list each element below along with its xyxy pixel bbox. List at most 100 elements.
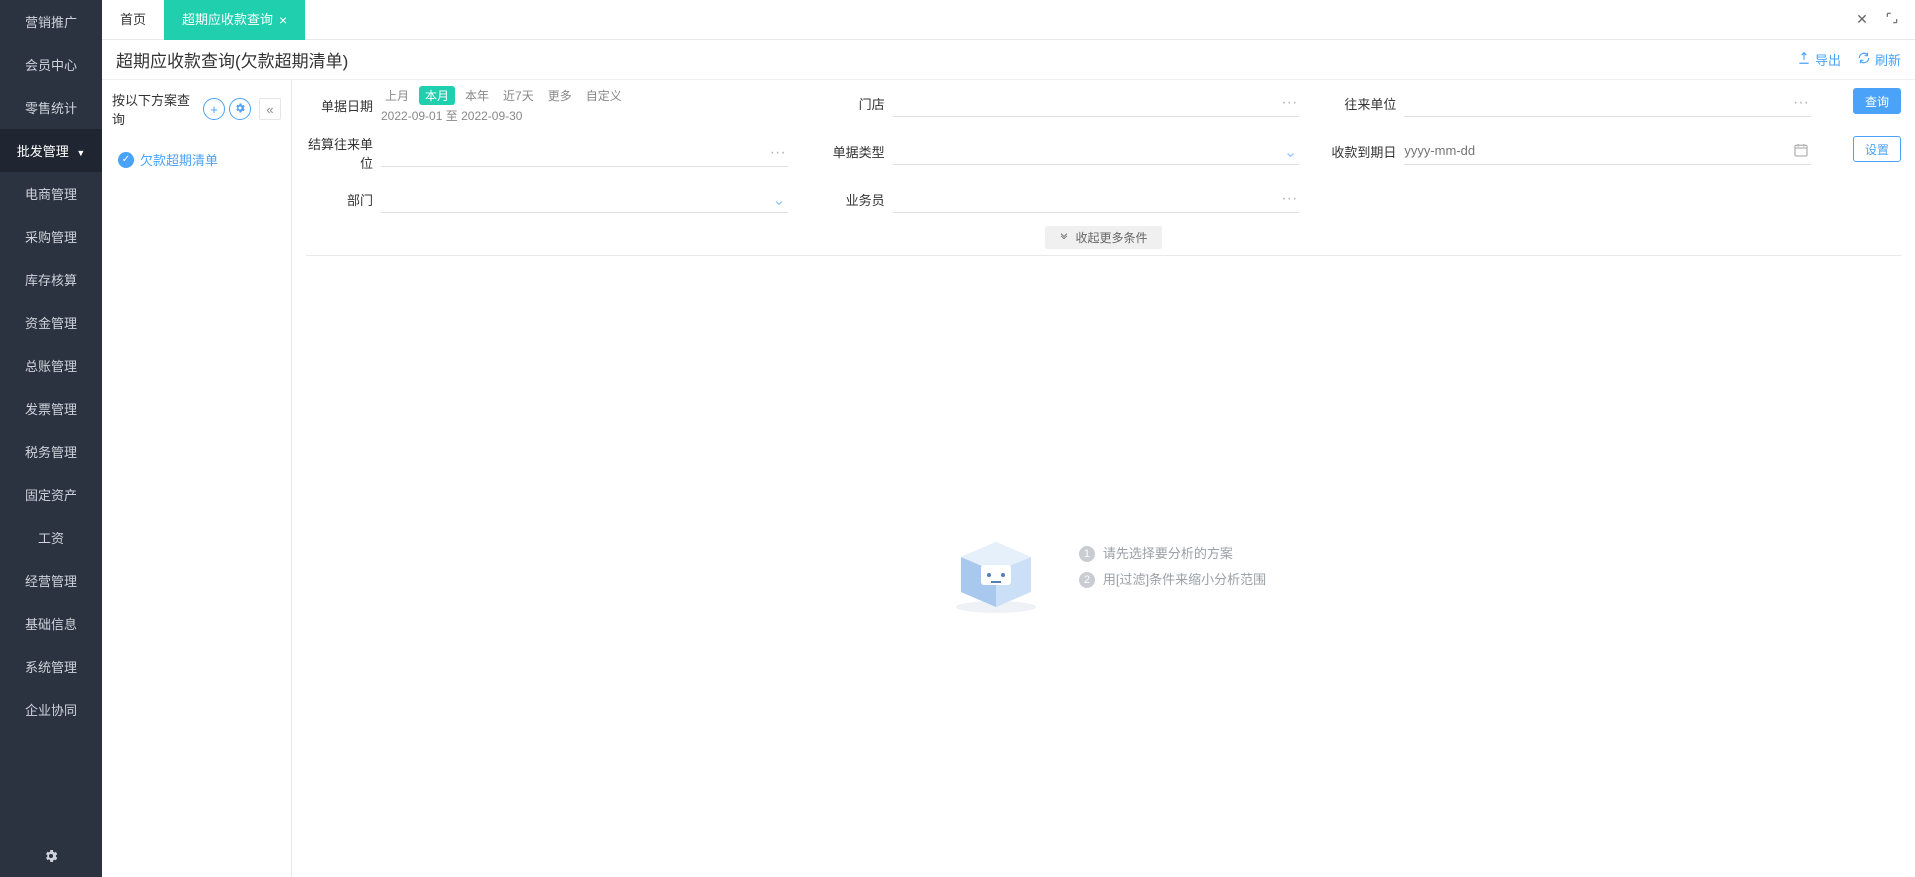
ellipsis-icon[interactable]: ···	[1793, 94, 1809, 112]
tab-overdue-query[interactable]: 超期应收款查询 ×	[164, 0, 305, 40]
calendar-icon[interactable]	[1793, 142, 1809, 163]
date-range-text: 2022-09-01 至 2022-09-30	[381, 105, 626, 124]
page-title: 超期应收款查询(欠款超期清单)	[116, 47, 348, 72]
filter-bill-type: 单据类型 ⌄	[818, 134, 1300, 168]
close-all-tabs-button[interactable]: ✕	[1847, 11, 1877, 28]
filter-label: 业务员	[818, 190, 893, 209]
partner-input[interactable]	[1404, 89, 1811, 117]
export-button[interactable]: 导出	[1797, 50, 1841, 69]
sidebar-item-label: 批发管理	[17, 144, 69, 159]
chevron-up-icon	[1059, 231, 1069, 245]
settle-partner-input[interactable]	[381, 139, 788, 167]
filter-store: 门店 ···	[818, 86, 1300, 120]
date-range-options: 上月 本月 本年 近7天 更多 自定义	[381, 86, 626, 105]
filter-label: 部门	[306, 190, 381, 209]
scheme-item-overdue[interactable]: 欠款超期清单	[112, 144, 281, 175]
collapse-conditions-button[interactable]: 收起更多条件	[1045, 226, 1161, 249]
range-more[interactable]: 更多	[544, 86, 576, 105]
export-icon	[1797, 51, 1811, 68]
filter-due-date: 收款到期日	[1329, 134, 1811, 168]
content-area: 按以下方案查询 + « 欠款超期清单	[102, 80, 1915, 877]
chevron-left-icon: «	[266, 102, 273, 117]
filter-dept: 部门 ⌄	[306, 182, 788, 216]
empty-state: 1 请先选择要分析的方案 2 用[过滤]条件来缩小分析范围	[306, 255, 1901, 877]
store-input[interactable]	[893, 89, 1300, 117]
sidebar-item-fixed-assets[interactable]: 固定资产	[0, 473, 102, 516]
check-icon	[118, 152, 134, 168]
filter-label: 单据日期	[306, 96, 381, 115]
filter-salesman: 业务员 ···	[818, 182, 1300, 216]
range-this-month[interactable]: 本月	[419, 86, 455, 105]
sidebar-item-invoice[interactable]: 发票管理	[0, 387, 102, 430]
caret-down-icon: ▼	[76, 148, 85, 158]
dept-select[interactable]	[381, 185, 788, 213]
step-badge-1: 1	[1079, 546, 1095, 562]
step-badge-2: 2	[1079, 572, 1095, 588]
main-area: 首页 超期应收款查询 × ✕ 超期应收款查询(欠款超期清单) 导出	[102, 0, 1915, 877]
sidebar: 营销推广 会员中心 零售统计 批发管理 ▼ 电商管理 采购管理 库存核算 资金管…	[0, 0, 102, 877]
tab-home[interactable]: 首页	[102, 0, 164, 40]
range-custom[interactable]: 自定义	[582, 86, 626, 105]
sidebar-item-ledger[interactable]: 总账管理	[0, 344, 102, 387]
expand-icon	[1885, 12, 1899, 28]
due-date-input[interactable]	[1404, 137, 1811, 165]
salesman-input[interactable]	[893, 185, 1300, 213]
filter-partner: 往来单位 ···	[1329, 86, 1811, 120]
refresh-button[interactable]: 刷新	[1857, 50, 1901, 69]
sidebar-item-salary[interactable]: 工资	[0, 516, 102, 559]
chevron-down-icon[interactable]: ⌄	[1284, 142, 1297, 162]
ellipsis-icon[interactable]: ···	[1281, 190, 1297, 208]
ellipsis-icon[interactable]: ···	[1281, 94, 1297, 112]
sidebar-item-wholesale[interactable]: 批发管理 ▼	[0, 129, 102, 172]
tabs-bar: 首页 超期应收款查询 × ✕	[102, 0, 1915, 40]
filter-label: 结算往来单位	[306, 134, 381, 172]
sidebar-item-funds[interactable]: 资金管理	[0, 301, 102, 344]
sidebar-item-marketing[interactable]: 营销推广	[0, 0, 102, 43]
close-icon: ✕	[1856, 11, 1868, 27]
filter-panel: 单据日期 上月 本月 本年 近7天 更多 自定义 2022-09-01 至	[292, 80, 1915, 877]
sidebar-item-ecommerce[interactable]: 电商管理	[0, 172, 102, 215]
sidebar-item-enterprise[interactable]: 企业协同	[0, 688, 102, 731]
settings-button[interactable]: 设置	[1853, 136, 1901, 162]
gear-icon	[234, 102, 246, 117]
ellipsis-icon[interactable]: ···	[770, 144, 786, 162]
sidebar-item-operation[interactable]: 经营管理	[0, 559, 102, 602]
fullscreen-button[interactable]	[1877, 11, 1907, 28]
empty-illustration-icon	[941, 517, 1051, 617]
collapse-label: 收起更多条件	[1075, 229, 1147, 246]
range-last-7-days[interactable]: 近7天	[499, 86, 538, 105]
plus-icon: +	[210, 102, 218, 117]
refresh-icon	[1857, 51, 1871, 68]
filter-label: 往来单位	[1329, 94, 1404, 113]
filter-label: 单据类型	[818, 142, 893, 161]
filter-label: 门店	[818, 94, 893, 113]
close-icon[interactable]: ×	[279, 13, 287, 27]
query-button[interactable]: 查询	[1853, 88, 1901, 114]
filter-label: 收款到期日	[1329, 142, 1404, 161]
empty-step-2-text: 用[过滤]条件来缩小分析范围	[1103, 567, 1266, 593]
sidebar-item-system[interactable]: 系统管理	[0, 645, 102, 688]
settings-gear-button[interactable]	[0, 838, 102, 877]
tab-label: 超期应收款查询	[182, 0, 273, 40]
filter-settle-partner: 结算往来单位 ···	[306, 134, 788, 172]
chevron-down-icon[interactable]: ⌄	[772, 190, 785, 210]
export-label: 导出	[1815, 50, 1841, 69]
collapse-scheme-button[interactable]: «	[259, 98, 281, 120]
sidebar-item-retail-stats[interactable]: 零售统计	[0, 86, 102, 129]
refresh-label: 刷新	[1875, 50, 1901, 69]
bill-type-select[interactable]	[893, 137, 1300, 165]
range-this-year[interactable]: 本年	[461, 86, 493, 105]
sidebar-item-purchase[interactable]: 采购管理	[0, 215, 102, 258]
filter-bill-date: 单据日期 上月 本月 本年 近7天 更多 自定义 2022-09-01 至	[306, 86, 788, 124]
scheme-settings-button[interactable]	[229, 98, 251, 120]
sidebar-item-member[interactable]: 会员中心	[0, 43, 102, 86]
sidebar-item-tax[interactable]: 税务管理	[0, 430, 102, 473]
scheme-panel: 按以下方案查询 + « 欠款超期清单	[102, 80, 292, 877]
range-last-month[interactable]: 上月	[381, 86, 413, 105]
sidebar-item-inventory[interactable]: 库存核算	[0, 258, 102, 301]
scheme-item-label: 欠款超期清单	[140, 150, 218, 169]
scheme-title: 按以下方案查询	[112, 90, 199, 128]
add-scheme-button[interactable]: +	[203, 98, 225, 120]
sidebar-item-basic-info[interactable]: 基础信息	[0, 602, 102, 645]
gear-icon	[43, 852, 59, 867]
